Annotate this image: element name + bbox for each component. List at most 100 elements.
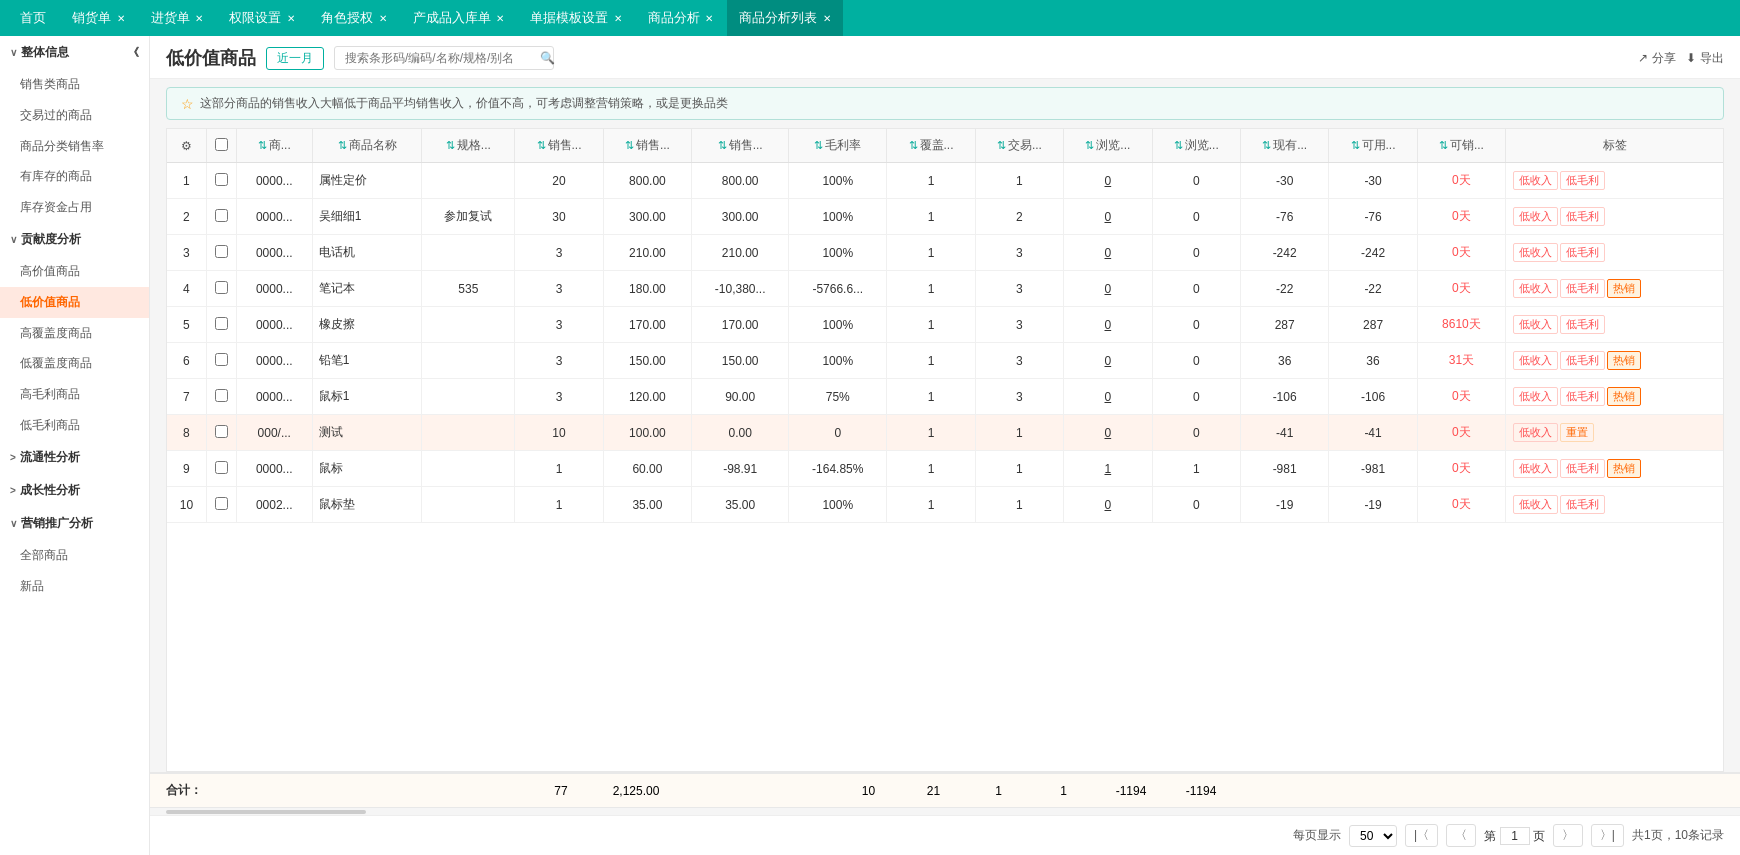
col-cover[interactable]: ⇅覆盖... <box>887 129 975 163</box>
cell-view1[interactable]: 1 <box>1064 451 1152 487</box>
row-checkbox[interactable] <box>215 245 228 258</box>
cell-view1[interactable]: 0 <box>1064 379 1152 415</box>
sidebar-group-marketing[interactable]: ∨ 营销推广分析 <box>0 507 149 540</box>
cell-name[interactable]: 鼠标 <box>312 451 422 487</box>
sidebar-group-growth[interactable]: > 成长性分析 <box>0 474 149 507</box>
sidebar-group-circulation[interactable]: > 流通性分析 <box>0 441 149 474</box>
page-size-select[interactable]: 50 <box>1349 825 1397 847</box>
cell-name[interactable]: 电话机 <box>312 235 422 271</box>
nav-roles[interactable]: 角色授权 ✕ <box>309 0 399 36</box>
cell-name[interactable]: 属性定价 <box>312 163 422 199</box>
cell-name[interactable]: 笔记本 <box>312 271 422 307</box>
nav-sales[interactable]: 销货单 ✕ <box>60 0 137 36</box>
sidebar-item-stock-products[interactable]: 有库存的商品 <box>0 161 149 192</box>
sidebar-item-low-value[interactable]: 低价值商品 <box>0 287 149 318</box>
sidebar-item-traded-products[interactable]: 交易过的商品 <box>0 100 149 131</box>
sidebar-item-new-products[interactable]: 新品 <box>0 571 149 602</box>
nav-purchase[interactable]: 进货单 ✕ <box>139 0 216 36</box>
export-btn[interactable]: ⬇ 导出 <box>1686 50 1724 67</box>
cell-view1[interactable]: 0 <box>1064 199 1152 235</box>
cell-view1[interactable]: 0 <box>1064 343 1152 379</box>
sidebar-item-category-sales-rate[interactable]: 商品分类销售率 <box>0 131 149 162</box>
row-checkbox[interactable] <box>215 173 228 186</box>
col-sale3[interactable]: ⇅销售... <box>692 129 789 163</box>
last-page-btn[interactable]: 〉| <box>1591 824 1624 847</box>
close-permissions[interactable]: ✕ <box>287 13 295 24</box>
view1-link[interactable]: 1 <box>1104 462 1111 476</box>
col-view1[interactable]: ⇅浏览... <box>1064 129 1152 163</box>
prev-page-btn[interactable]: 〈 <box>1446 824 1476 847</box>
sidebar-item-high-coverage[interactable]: 高覆盖度商品 <box>0 318 149 349</box>
view1-link[interactable]: 0 <box>1104 354 1111 368</box>
gear-icon[interactable]: ⚙ <box>181 139 192 153</box>
nav-permissions[interactable]: 权限设置 ✕ <box>217 0 307 36</box>
select-all-checkbox[interactable] <box>215 138 228 151</box>
share-btn[interactable]: ↗ 分享 <box>1638 50 1676 67</box>
cell-name[interactable]: 橡皮擦 <box>312 307 422 343</box>
col-stock3[interactable]: ⇅可销... <box>1417 129 1505 163</box>
search-icon[interactable]: 🔍 <box>540 51 555 65</box>
nav-template[interactable]: 单据模板设置 ✕ <box>518 0 634 36</box>
col-id[interactable]: ⇅商... <box>236 129 312 163</box>
sidebar-item-stock-funds[interactable]: 库存资金占用 <box>0 192 149 223</box>
view1-link[interactable]: 0 <box>1104 498 1111 512</box>
cell-view1[interactable]: 0 <box>1064 307 1152 343</box>
col-sale1[interactable]: ⇅销售... <box>515 129 603 163</box>
col-stock1[interactable]: ⇅现有... <box>1240 129 1328 163</box>
next-page-btn[interactable]: 〉 <box>1553 824 1583 847</box>
view1-link[interactable]: 0 <box>1104 174 1111 188</box>
row-checkbox[interactable] <box>215 281 228 294</box>
close-template[interactable]: ✕ <box>614 13 622 24</box>
row-checkbox[interactable] <box>215 389 228 402</box>
close-product-entry[interactable]: ✕ <box>496 13 504 24</box>
sidebar-item-all-products[interactable]: 全部商品 <box>0 540 149 571</box>
sidebar-item-high-value[interactable]: 高价值商品 <box>0 256 149 287</box>
view1-link[interactable]: 0 <box>1104 210 1111 224</box>
view1-link[interactable]: 0 <box>1104 282 1111 296</box>
sidebar-item-sales-products[interactable]: 销售类商品 <box>0 69 149 100</box>
view1-link[interactable]: 0 <box>1104 390 1111 404</box>
col-spec[interactable]: ⇅规格... <box>422 129 515 163</box>
col-trade[interactable]: ⇅交易... <box>975 129 1063 163</box>
col-stock2[interactable]: ⇅可用... <box>1329 129 1417 163</box>
row-checkbox[interactable] <box>215 209 228 222</box>
row-checkbox[interactable] <box>215 461 228 474</box>
row-checkbox[interactable] <box>215 353 228 366</box>
sidebar-item-low-coverage[interactable]: 低覆盖度商品 <box>0 348 149 379</box>
col-view2[interactable]: ⇅浏览... <box>1152 129 1240 163</box>
col-gear[interactable]: ⚙ <box>167 129 206 163</box>
close-sales[interactable]: ✕ <box>117 13 125 24</box>
sidebar-collapse-btn[interactable]: 《 <box>128 45 139 60</box>
cell-name[interactable]: 鼠标1 <box>312 379 422 415</box>
col-sale2[interactable]: ⇅销售... <box>603 129 691 163</box>
view1-link[interactable]: 0 <box>1104 318 1111 332</box>
row-checkbox[interactable] <box>215 317 228 330</box>
view1-link[interactable]: 0 <box>1104 426 1111 440</box>
nav-product-entry[interactable]: 产成品入库单 ✕ <box>401 0 517 36</box>
col-name[interactable]: ⇅商品名称 <box>312 129 422 163</box>
sidebar-group-overall[interactable]: ∨ 整体信息 《 <box>0 36 149 69</box>
close-purchase[interactable]: ✕ <box>195 13 203 24</box>
close-product-analysis[interactable]: ✕ <box>705 13 713 24</box>
cell-name[interactable]: 吴细细1 <box>312 199 422 235</box>
sidebar-item-low-margin[interactable]: 低毛利商品 <box>0 410 149 441</box>
cell-view1[interactable]: 0 <box>1064 235 1152 271</box>
cell-view1[interactable]: 0 <box>1064 415 1152 451</box>
close-product-analysis-list[interactable]: ✕ <box>823 13 831 24</box>
cell-name[interactable]: 铅笔1 <box>312 343 422 379</box>
close-roles[interactable]: ✕ <box>379 13 387 24</box>
cell-name[interactable]: 测试 <box>312 415 422 451</box>
nav-product-analysis[interactable]: 商品分析 ✕ <box>636 0 726 36</box>
current-page[interactable]: 1 <box>1500 827 1530 845</box>
col-margin[interactable]: ⇅毛利率 <box>789 129 887 163</box>
filter-recent-month-btn[interactable]: 近一月 <box>266 47 324 70</box>
nav-home[interactable]: 首页 <box>8 0 58 36</box>
cell-view1[interactable]: 0 <box>1064 271 1152 307</box>
cell-view1[interactable]: 0 <box>1064 487 1152 523</box>
nav-product-analysis-list[interactable]: 商品分析列表 ✕ <box>727 0 843 36</box>
view1-link[interactable]: 0 <box>1104 246 1111 260</box>
row-checkbox[interactable] <box>215 425 228 438</box>
cell-view1[interactable]: 0 <box>1064 163 1152 199</box>
row-checkbox[interactable] <box>215 497 228 510</box>
first-page-btn[interactable]: |〈 <box>1405 824 1438 847</box>
